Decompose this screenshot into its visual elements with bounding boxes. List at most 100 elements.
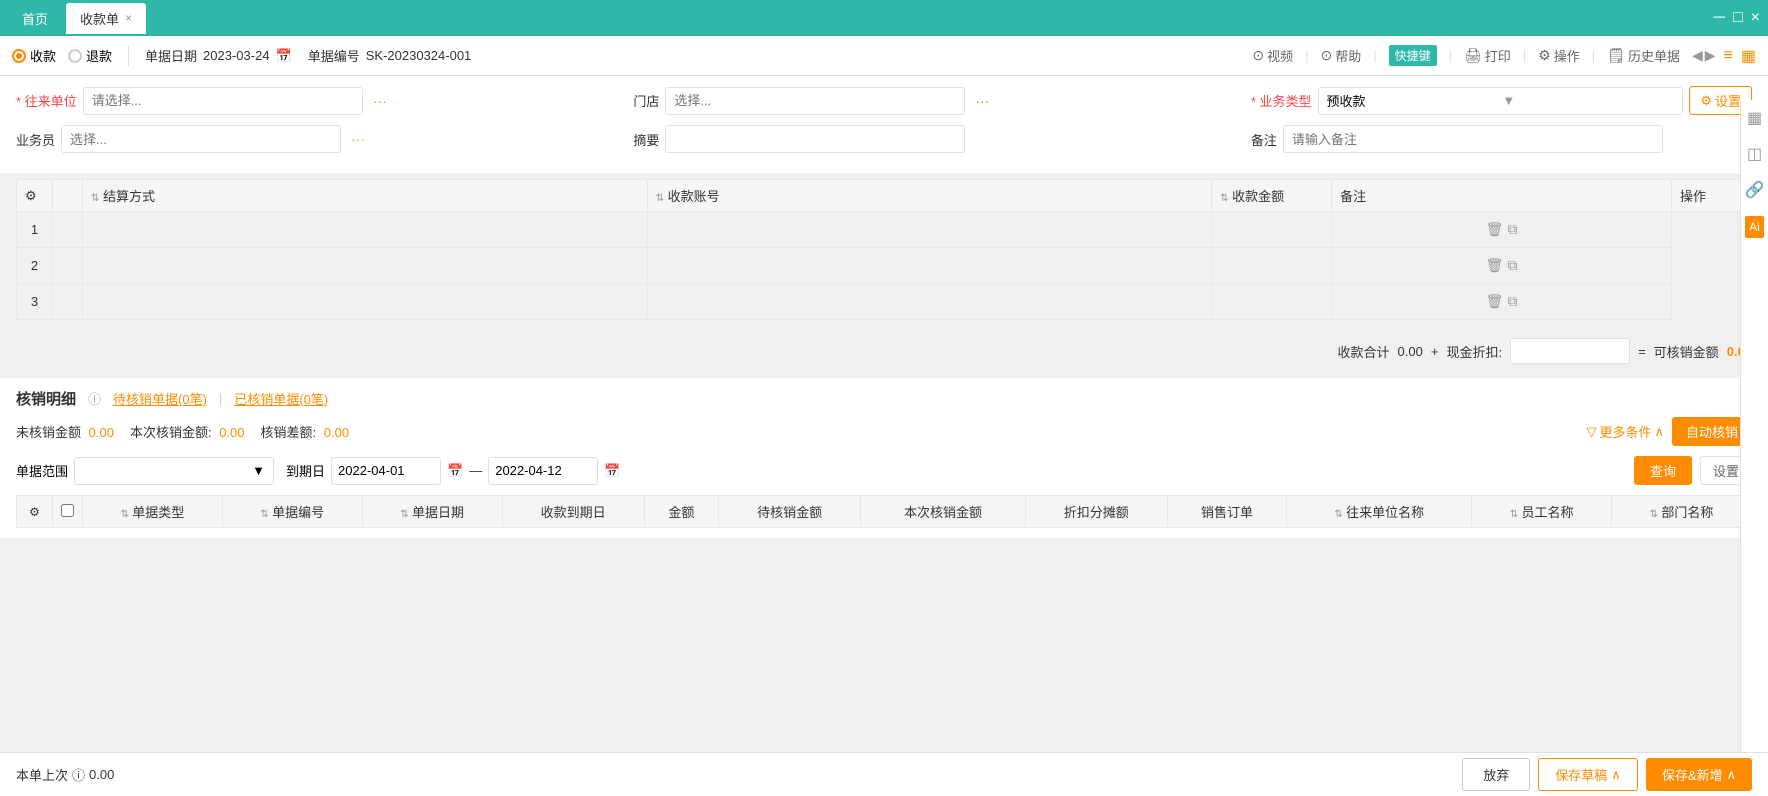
window-maximize-icon[interactable]: □	[1733, 9, 1743, 27]
date-from-input[interactable]	[331, 457, 441, 485]
table-settings-icon-th[interactable]: ⚙	[17, 180, 53, 212]
note-field: 备注	[1251, 125, 1752, 153]
tab-close-icon[interactable]: ×	[125, 11, 132, 25]
discard-btn[interactable]: 放弃	[1462, 758, 1530, 791]
nav-prev-icon[interactable]: ◀	[1692, 47, 1703, 64]
select-all-checkbox[interactable]	[61, 504, 74, 517]
sidebar-ai-icon[interactable]: Ai	[1745, 216, 1764, 238]
tab-bar: 首页 收款单 × ─ □ ×	[0, 0, 1768, 36]
party-more-btn[interactable]: ···	[369, 93, 391, 109]
bottom-table: ⚙ ⇅ 单据类型 ⇅ 单据编号 ⇅ 单据日期 收款到期日 金额 待核销金额 本次…	[16, 495, 1752, 528]
row-1-delete-icon[interactable]: 🗑	[1486, 221, 1504, 238]
row-2-note[interactable]	[1212, 248, 1332, 284]
sidebar-link-icon[interactable]: 🔗	[1745, 180, 1765, 200]
date-from-icon[interactable]: 📅	[447, 463, 463, 479]
summary-label: 摘要	[633, 130, 659, 149]
row-3-note[interactable]	[1212, 284, 1332, 320]
row-2-account[interactable]	[83, 248, 648, 284]
calendar-icon[interactable]: 📅	[276, 48, 292, 64]
summary-input[interactable]	[665, 125, 965, 153]
save-draft-btn[interactable]: 保存草稿 ∧	[1538, 758, 1638, 791]
business-type-label: 业务类型	[1251, 91, 1312, 110]
shortcut-btn[interactable]: 快捷键	[1385, 43, 1441, 68]
window-close-icon[interactable]: ×	[1751, 9, 1760, 27]
row-3-delete-icon[interactable]: 🗑	[1486, 293, 1504, 310]
table-settle-th: ⇅ 结算方式	[83, 180, 648, 212]
row-2-delete-icon[interactable]: 🗑	[1486, 257, 1504, 274]
layout-list-icon[interactable]: ≡	[1724, 47, 1733, 65]
help-label: 帮助	[1335, 46, 1361, 65]
toolbar-divider	[128, 46, 129, 66]
operation-btn[interactable]: ⚙ 操作	[1534, 44, 1584, 67]
window-minimize-icon[interactable]: ─	[1714, 9, 1725, 27]
bottom-col-number-th: ⇅ 单据编号	[222, 496, 362, 528]
bottom-table-checkbox-th[interactable]	[53, 496, 83, 528]
form-row-2: 业务员 ··· 摘要 备注	[16, 125, 1752, 153]
radio-refund[interactable]: 退款	[68, 46, 112, 65]
print-btn[interactable]: 🖨 打印	[1460, 44, 1515, 67]
verify-info-icon[interactable]: ⓘ	[88, 389, 101, 408]
done-tab[interactable]: 已核销单据(0笔)	[234, 389, 328, 408]
row-3-copy-icon[interactable]: ⧉	[1507, 293, 1517, 310]
radio-refund-label: 退款	[86, 46, 112, 65]
history-icon: 🗒	[1607, 47, 1625, 64]
radio-receive[interactable]: 收款	[12, 46, 56, 65]
save-new-btn[interactable]: 保存&新增 ∧	[1646, 758, 1752, 791]
business-type-select[interactable]: 预收款 ▼	[1318, 87, 1684, 115]
row-3-settle[interactable]	[53, 284, 83, 320]
salesperson-input[interactable]	[61, 125, 341, 153]
note-input[interactable]	[1283, 125, 1663, 153]
save-new-arrow-icon: ∧	[1726, 767, 1736, 783]
toolbar-right: ⊙ 视频 | ⊙ 帮助 | 快捷键 | 🖨 打印 | ⚙ 操作 | 🗒 历史单据…	[1248, 43, 1756, 68]
shop-input[interactable]	[665, 87, 965, 115]
row-3-account[interactable]	[83, 284, 648, 320]
summary-discount-input[interactable]	[1510, 338, 1630, 364]
footer: 本单上次 ⓘ 0.00 放弃 保存草稿 ∧ 保存&新增 ∧	[0, 752, 1768, 796]
row-1-account[interactable]	[83, 212, 648, 248]
bottom-col-duedate-th: 收款到期日	[502, 496, 644, 528]
row-2-amount[interactable]	[647, 248, 1212, 284]
tab-active[interactable]: 收款单 ×	[66, 3, 146, 34]
row-2-settle[interactable]	[53, 248, 83, 284]
more-conditions-btn[interactable]: ▽ 更多条件 ∧	[1586, 422, 1664, 441]
carry-label: 本单上次	[16, 765, 68, 784]
row-3-amount[interactable]	[647, 284, 1212, 320]
summary-total-label: 收款合计	[1338, 342, 1390, 361]
bottom-table-settings-th[interactable]: ⚙	[17, 496, 53, 528]
party-field: 往来单位 ···	[16, 87, 617, 115]
shop-more-btn[interactable]: ···	[971, 93, 993, 109]
unverified-label: 未核销金额 0.00	[16, 422, 114, 441]
tab-home[interactable]: 首页	[8, 3, 62, 34]
party-label: 往来单位	[16, 91, 77, 110]
date-range-field: 到期日 📅 — 📅	[286, 457, 620, 485]
history-btn[interactable]: 🗒 历史单据	[1603, 44, 1684, 67]
row-2-copy-icon[interactable]: ⧉	[1507, 257, 1517, 274]
row-1-settle[interactable]	[53, 212, 83, 248]
row-1-note[interactable]	[1212, 212, 1332, 248]
layout-grid-icon[interactable]: ▦	[1741, 46, 1756, 66]
row-1-copy-icon[interactable]: ⧉	[1507, 221, 1517, 238]
settings-label: 设置	[1715, 91, 1741, 110]
sidebar-doc-icon[interactable]: ◫	[1747, 144, 1762, 164]
radio-refund-dot	[68, 49, 82, 63]
date-to-icon[interactable]: 📅	[604, 463, 620, 479]
range-select[interactable]: ▼	[74, 457, 274, 485]
right-sidebar: ▦ ◫ 🔗 Ai	[1740, 100, 1768, 752]
print-icon: 🖨	[1464, 47, 1482, 64]
video-icon: ⊙	[1252, 47, 1264, 64]
carry-info-icon[interactable]: ⓘ	[72, 765, 85, 784]
pending-tab[interactable]: 待核销单据(0笔)	[113, 389, 207, 408]
row-1-amount[interactable]	[647, 212, 1212, 248]
date-to-input[interactable]	[488, 457, 598, 485]
table-amount-th: ⇅ 收款金额	[1212, 180, 1332, 212]
query-btn[interactable]: 查询	[1634, 456, 1692, 485]
help-btn[interactable]: ⊙ 帮助	[1316, 44, 1365, 67]
video-btn[interactable]: ⊙ 视频	[1248, 44, 1297, 67]
sidebar-table-icon[interactable]: ▦	[1747, 108, 1762, 128]
toolbar: 收款 退款 单据日期 2023-03-24 📅 单据编号 SK-20230324…	[0, 36, 1768, 76]
nav-next-icon[interactable]: ▶	[1705, 47, 1716, 64]
radio-receive-dot	[12, 49, 26, 63]
row-num-2: 2	[17, 248, 53, 284]
party-input[interactable]	[83, 87, 363, 115]
salesperson-more-btn[interactable]: ···	[347, 131, 369, 147]
